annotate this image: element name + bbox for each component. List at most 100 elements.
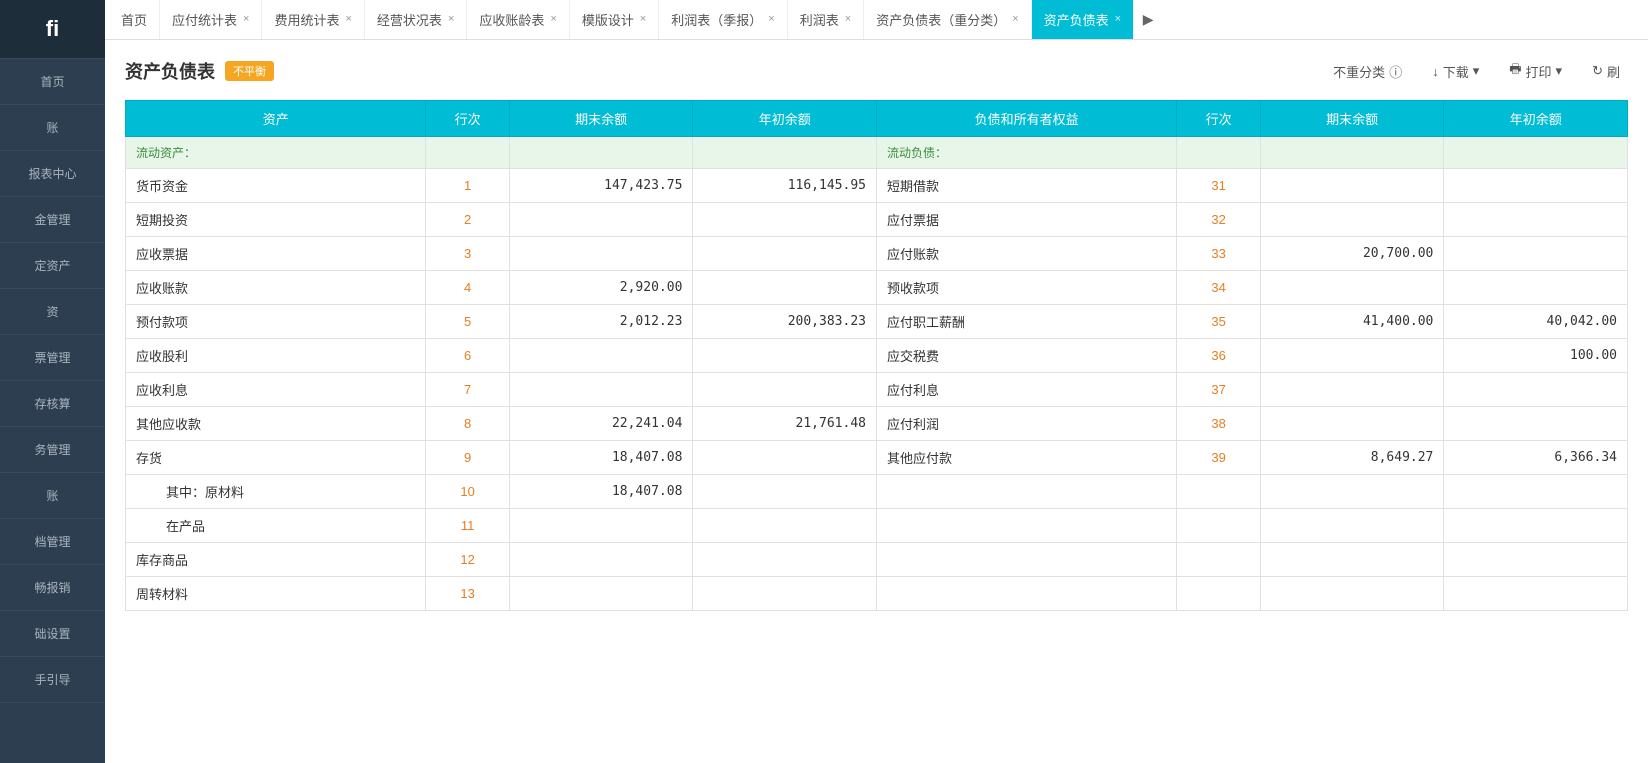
right-end-bal — [1260, 203, 1444, 237]
left-end-bal: 2,012.23 — [509, 305, 693, 339]
header-end-bal-left: 期末余额 — [509, 101, 693, 137]
tab-balance-sheet[interactable]: 资产负债表 × — [1032, 0, 1134, 40]
header-year-bal-right: 年初余额 — [1444, 101, 1628, 137]
tab-template-design[interactable]: 模版设计 × — [570, 0, 659, 40]
right-item: 应付票据 — [876, 203, 1176, 237]
tab-payable-stats[interactable]: 应付统计表 × — [160, 0, 262, 40]
close-tab-profit[interactable]: × — [845, 14, 851, 25]
right-row-num — [1177, 475, 1260, 509]
right-row-num: 37 — [1177, 373, 1260, 407]
left-end-bal — [509, 543, 693, 577]
close-tab-profit-quarterly[interactable]: × — [768, 14, 774, 25]
left-year-bal — [693, 237, 877, 271]
close-tab-expense-stats[interactable]: × — [345, 14, 351, 25]
close-tab-balance-sheet[interactable]: × — [1115, 14, 1121, 25]
section-right-year — [1444, 137, 1628, 169]
sidebar-item-report-center[interactable]: 报表中心 — [0, 151, 105, 197]
tab-bar: 首页 应付统计表 × 费用统计表 × 经营状况表 × 应收账龄表 × 模版设计 … — [105, 0, 1648, 40]
sidebar-item-ticket-mgmt[interactable]: 票管理 — [0, 335, 105, 381]
tab-profit-quarterly[interactable]: 利润表（季报） × — [659, 0, 787, 40]
left-item: 其他应收款 — [126, 407, 426, 441]
sidebar-item-account[interactable]: 账 — [0, 105, 105, 151]
section-right-end — [1260, 137, 1444, 169]
right-row-num — [1177, 543, 1260, 577]
page-actions: 不重分类 ⓘ ↓ 下载 ▾ 🖶 打印 ▾ ↻ 刷 — [1325, 56, 1628, 86]
tab-expense-stats[interactable]: 费用统计表 × — [262, 0, 364, 40]
tab-business-status[interactable]: 经营状况表 × — [365, 0, 467, 40]
right-item: 应付账款 — [876, 237, 1176, 271]
right-item: 预收款项 — [876, 271, 1176, 305]
print-btn[interactable]: 🖶 打印 ▾ — [1501, 56, 1570, 86]
sidebar-item-archive[interactable]: 档管理 — [0, 519, 105, 565]
close-tab-template-design[interactable]: × — [640, 14, 646, 25]
right-item: 应付利润 — [876, 407, 1176, 441]
sidebar-item-settings[interactable]: 础设置 — [0, 611, 105, 657]
right-year-bal: 6,366.34 — [1444, 441, 1628, 475]
right-year-bal — [1444, 271, 1628, 305]
close-tab-payable-stats[interactable]: × — [243, 14, 249, 25]
section-left-end — [509, 137, 693, 169]
left-row-num: 11 — [426, 509, 509, 543]
left-row-num: 7 — [426, 373, 509, 407]
section-left-label: 流动资产： — [126, 137, 426, 169]
left-end-bal: 18,407.08 — [509, 475, 693, 509]
left-year-bal: 200,383.23 — [693, 305, 877, 339]
right-item — [876, 543, 1176, 577]
left-end-bal — [509, 237, 693, 271]
sidebar-item-fixed-assets[interactable]: 定资产 — [0, 243, 105, 289]
chevron-down-icon: ▾ — [1473, 63, 1480, 79]
right-row-num: 33 — [1177, 237, 1260, 271]
right-row-num: 39 — [1177, 441, 1260, 475]
left-end-bal — [509, 577, 693, 611]
sidebar-item-finance-mgmt[interactable]: 务管理 — [0, 427, 105, 473]
no-reclassify-btn[interactable]: 不重分类 ⓘ — [1325, 58, 1410, 85]
close-tab-business-status[interactable]: × — [448, 14, 454, 25]
right-year-bal — [1444, 203, 1628, 237]
right-end-bal: 20,700.00 — [1260, 237, 1444, 271]
right-end-bal — [1260, 475, 1444, 509]
left-item: 应收票据 — [126, 237, 426, 271]
sidebar-item-inventory[interactable]: 存核算 — [0, 381, 105, 427]
tab-home[interactable]: 首页 — [109, 0, 160, 40]
left-item: 周转材料 — [126, 577, 426, 611]
refresh-btn[interactable]: ↻ 刷 — [1584, 58, 1628, 85]
sidebar: fi 首页 账 报表中心 金管理 定资产 资 票管理 存核算 务管理 账 档管理… — [0, 0, 105, 763]
sidebar-item-investment[interactable]: 资 — [0, 289, 105, 335]
sidebar-item-expense[interactable]: 畅报销 — [0, 565, 105, 611]
printer-icon: 🖶 — [1509, 60, 1521, 82]
right-end-bal — [1260, 509, 1444, 543]
left-end-bal — [509, 509, 693, 543]
left-year-bal — [693, 373, 877, 407]
left-item: 应收账款 — [126, 271, 426, 305]
left-row-num: 13 — [426, 577, 509, 611]
sidebar-item-fund-mgmt[interactable]: 金管理 — [0, 197, 105, 243]
right-year-bal — [1444, 237, 1628, 271]
page-title-area: 资产负债表 不平衡 — [125, 58, 274, 84]
left-row-num: 3 — [426, 237, 509, 271]
left-row-num: 6 — [426, 339, 509, 373]
refresh-icon: ↻ — [1592, 63, 1603, 79]
right-end-bal — [1260, 373, 1444, 407]
right-year-bal — [1444, 543, 1628, 577]
sidebar-item-ledger[interactable]: 账 — [0, 473, 105, 519]
right-row-num: 38 — [1177, 407, 1260, 441]
left-year-bal — [693, 509, 877, 543]
left-item: 货币资金 — [126, 169, 426, 203]
download-btn[interactable]: ↓ 下载 ▾ — [1424, 58, 1487, 85]
sidebar-item-home[interactable]: 首页 — [0, 59, 105, 105]
print-chevron-icon: ▾ — [1556, 63, 1563, 79]
sidebar-item-guide[interactable]: 手引导 — [0, 657, 105, 703]
close-tab-receivable-aging[interactable]: × — [550, 14, 556, 25]
unbalanced-badge: 不平衡 — [225, 61, 274, 81]
right-item: 短期借款 — [876, 169, 1176, 203]
tab-receivable-aging[interactable]: 应收账龄表 × — [467, 0, 569, 40]
left-year-bal — [693, 271, 877, 305]
left-row-num: 2 — [426, 203, 509, 237]
close-tab-balance-reclassify[interactable]: × — [1012, 14, 1018, 25]
tab-scroll-right[interactable]: ▶ — [1134, 0, 1162, 40]
header-row-right: 行次 — [1177, 101, 1260, 137]
tab-balance-reclassify[interactable]: 资产负债表（重分类） × — [864, 0, 1031, 40]
tab-profit[interactable]: 利润表 × — [788, 0, 864, 40]
left-year-bal — [693, 203, 877, 237]
section-left-year — [693, 137, 877, 169]
